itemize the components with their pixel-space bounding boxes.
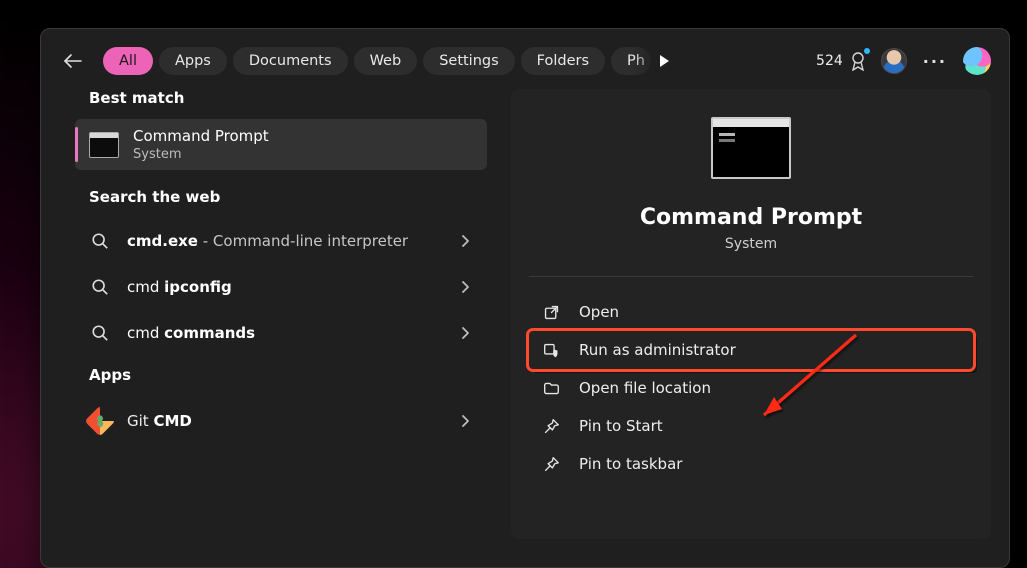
pin-icon (541, 418, 561, 435)
pin-icon (541, 456, 561, 473)
action-run-as-admin[interactable]: Run as administrator (529, 331, 973, 369)
admin-shield-icon (541, 342, 561, 359)
web-result-3-label: cmd commands (127, 324, 443, 342)
top-right-controls: 524 ··· (816, 47, 991, 75)
web-result-2[interactable]: cmd ipconfig (75, 264, 487, 310)
tabs-overflow-fade (633, 43, 675, 79)
chevron-right-icon (459, 414, 471, 428)
back-button[interactable] (49, 49, 97, 73)
action-pin-to-taskbar[interactable]: Pin to taskbar (529, 445, 973, 483)
app-result-label: Git CMD (127, 412, 443, 430)
app-result-git-cmd[interactable]: Git CMD (75, 396, 487, 446)
play-right-icon (657, 54, 671, 68)
web-result-1[interactable]: cmd.exe - Command-line interpreter (75, 218, 487, 264)
action-open-file-location-label: Open file location (579, 379, 711, 397)
chevron-right-icon (459, 280, 471, 294)
preview-subtitle: System (725, 236, 777, 252)
more-menu[interactable]: ··· (921, 52, 949, 71)
rewards-medal-icon (849, 51, 867, 71)
tabs-scroll-right[interactable] (657, 54, 671, 68)
preview-pane: Command Prompt System Open Run as admini… (511, 89, 991, 539)
cmd-prompt-icon (89, 132, 119, 158)
tab-documents[interactable]: Documents (233, 47, 348, 75)
action-pin-to-start[interactable]: Pin to Start (529, 407, 973, 445)
best-match-result[interactable]: Command Prompt System (75, 119, 487, 170)
action-pin-to-taskbar-label: Pin to taskbar (579, 455, 682, 473)
cmd-prompt-large-icon (711, 117, 791, 179)
preview-title: Command Prompt (640, 205, 862, 230)
filter-tabs: All Apps Documents Web Settings Folders … (103, 47, 651, 75)
best-match-subtitle: System (133, 147, 471, 162)
search-icon (89, 324, 111, 342)
action-open-file-location[interactable]: Open file location (529, 369, 973, 407)
folder-icon (541, 380, 561, 397)
notification-dot-icon (864, 48, 870, 54)
results-body: Best match Command Prompt System Search … (41, 89, 1009, 539)
search-icon (89, 232, 111, 250)
git-icon (84, 405, 115, 436)
best-match-heading: Best match (89, 89, 487, 107)
points-value: 524 (816, 53, 843, 69)
web-result-2-label: cmd ipconfig (127, 278, 443, 296)
open-external-icon (541, 304, 561, 321)
web-result-3[interactable]: cmd commands (75, 310, 487, 356)
start-search-panel: All Apps Documents Web Settings Folders … (40, 28, 1010, 568)
tab-settings[interactable]: Settings (423, 47, 514, 75)
user-avatar[interactable] (881, 48, 907, 74)
tab-folders[interactable]: Folders (521, 47, 605, 75)
chevron-right-icon (459, 234, 471, 248)
apps-heading: Apps (89, 366, 487, 384)
action-run-as-admin-label: Run as administrator (579, 341, 736, 359)
tab-web[interactable]: Web (354, 47, 418, 75)
search-web-heading: Search the web (89, 188, 487, 206)
rewards-points[interactable]: 524 (816, 51, 867, 71)
chevron-right-icon (459, 326, 471, 340)
action-pin-to-start-label: Pin to Start (579, 417, 663, 435)
copilot-icon[interactable] (963, 47, 991, 75)
search-icon (89, 278, 111, 296)
divider (529, 276, 973, 277)
results-left-column: Best match Command Prompt System Search … (75, 89, 487, 539)
preview-header: Command Prompt System (529, 117, 973, 252)
best-match-title: Command Prompt (133, 127, 471, 145)
arrow-left-icon (61, 49, 85, 73)
top-header: All Apps Documents Web Settings Folders … (41, 29, 1009, 89)
tab-apps[interactable]: Apps (159, 47, 227, 75)
best-match-text: Command Prompt System (133, 127, 471, 162)
action-open[interactable]: Open (529, 293, 973, 331)
web-result-1-label: cmd.exe - Command-line interpreter (127, 232, 443, 250)
action-open-label: Open (579, 303, 619, 321)
tab-all[interactable]: All (103, 47, 153, 75)
